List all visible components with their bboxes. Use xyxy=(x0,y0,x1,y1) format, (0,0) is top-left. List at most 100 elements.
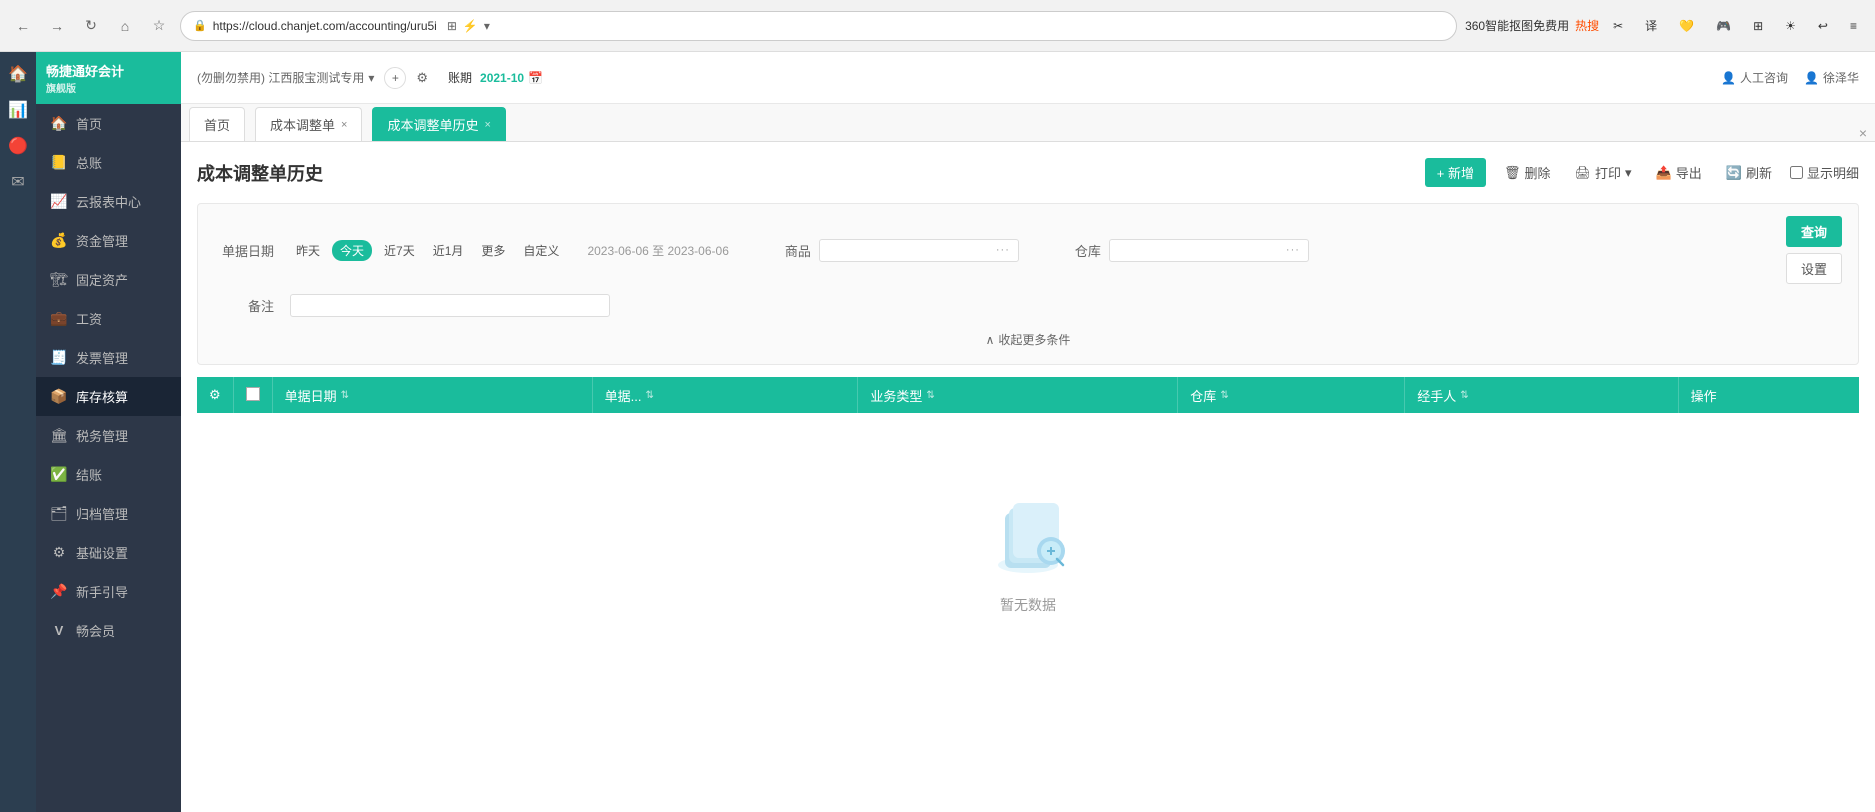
th-doc-num[interactable]: 单据... ⇅ xyxy=(592,377,858,413)
tab-cost-adjust-close[interactable]: × xyxy=(341,119,347,131)
more-btn[interactable]: 更多 xyxy=(475,240,511,261)
user-name: 徐泽华 xyxy=(1823,69,1859,86)
custom-btn[interactable]: 自定义 xyxy=(517,240,565,261)
remark-input[interactable] xyxy=(290,294,610,317)
app-logo-text: 畅捷通好会计 xyxy=(46,61,124,80)
filter-settings-btn[interactable]: 设置 xyxy=(1786,253,1842,284)
month-btn[interactable]: 近1月 xyxy=(427,240,470,261)
yesterday-btn[interactable]: 昨天 xyxy=(290,240,326,261)
th-warehouse[interactable]: 仓库 ⇅ xyxy=(1178,377,1405,413)
top-bar: (勿删勿禁用) 江西服宝测试专用 ▾ + ⚙ 账期 2021-10 📅 👤 人工… xyxy=(181,52,1875,104)
support-btn[interactable]: 👤 人工咨询 xyxy=(1721,69,1788,86)
date-shortcuts: 昨天 今天 近7天 近1月 更多 自定义 xyxy=(290,240,565,261)
empty-state-illustration xyxy=(983,493,1073,583)
grid-btn[interactable]: ⊞ xyxy=(1745,16,1771,36)
th-doc-date[interactable]: 单据日期 ⇅ xyxy=(272,377,592,413)
warehouse-select[interactable]: ··· xyxy=(1109,239,1309,262)
sidebar-item-archive[interactable]: 🗂 归档管理 xyxy=(36,494,181,533)
show-detail-label: 显示明细 xyxy=(1807,163,1859,182)
icon-sidebar-notification[interactable]: 🔴 xyxy=(0,128,36,164)
company-select[interactable]: (勿删勿禁用) 江西服宝测试专用 ▾ xyxy=(197,69,374,86)
game-btn[interactable]: 🎮 xyxy=(1708,16,1739,36)
user-btn[interactable]: 👤 徐泽华 xyxy=(1804,69,1859,86)
address-bar[interactable]: 🔒 https://cloud.chanjet.com/accounting/u… xyxy=(180,11,1457,41)
print-icon: 🖨 xyxy=(1575,165,1592,181)
th-handler[interactable]: 经手人 ⇅ xyxy=(1405,377,1678,413)
sidebar-item-cloud-report[interactable]: 📈 云报表中心 xyxy=(36,182,181,221)
handler-sort-icon: ⇅ xyxy=(1460,390,1468,401)
tax-icon: 🏛 xyxy=(50,427,68,444)
query-btn[interactable]: 查询 xyxy=(1786,216,1842,247)
ledger-icon: 📒 xyxy=(50,154,68,171)
inventory-icon: 📦 xyxy=(50,388,68,405)
forward-button[interactable]: → xyxy=(44,13,70,39)
show-detail-checkbox[interactable] xyxy=(1790,166,1803,179)
sidebar-header: 畅捷通好会计 旗舰版 xyxy=(36,52,181,104)
goods-select[interactable]: ··· xyxy=(819,239,1019,262)
tab-home-label: 首页 xyxy=(204,115,230,134)
settings-gear-icon[interactable]: ⚙ xyxy=(416,70,428,86)
home-button[interactable]: ⌂ xyxy=(112,13,138,39)
week-btn[interactable]: 近7天 xyxy=(378,240,421,261)
collapse-btn[interactable]: ∧ 收起更多条件 xyxy=(978,327,1079,352)
hot-search-label: 热搜 xyxy=(1575,17,1599,34)
translate-btn[interactable]: 译 xyxy=(1637,14,1665,37)
sidebar-item-salary[interactable]: 💼 工资 xyxy=(36,299,181,338)
icon-sidebar-message[interactable]: ✉ xyxy=(0,164,36,200)
sidebar-item-home[interactable]: 🏠 首页 xyxy=(36,104,181,143)
sidebar-item-invoice[interactable]: 🧾 发票管理 xyxy=(36,338,181,377)
browser-bar: ← → ↻ ⌂ ☆ 🔒 https://cloud.chanjet.com/ac… xyxy=(0,0,1875,52)
sidebar-item-settings[interactable]: ⚙ 基础设置 xyxy=(36,533,181,572)
show-detail-checkbox-label[interactable]: 显示明细 xyxy=(1790,163,1859,182)
undo-btn[interactable]: ↩ xyxy=(1810,16,1836,36)
calendar-icon[interactable]: 📅 xyxy=(528,71,543,85)
close-account-icon: ✅ xyxy=(50,466,68,483)
company-name: (勿删勿禁用) 江西服宝测试专用 xyxy=(197,69,364,86)
export-icon: 📤 xyxy=(1656,165,1672,181)
sidebar-item-close-account[interactable]: ✅ 结账 xyxy=(36,455,181,494)
tab-home[interactable]: 首页 xyxy=(189,107,245,141)
add-company-button[interactable]: + xyxy=(384,67,406,89)
print-btn[interactable]: 🖨 打印 ▾ xyxy=(1569,159,1638,186)
menu-btn[interactable]: ≡ xyxy=(1842,16,1865,36)
new-btn[interactable]: + 新增 xyxy=(1425,158,1486,187)
th-gear[interactable]: ⚙ xyxy=(197,377,233,413)
cloud-icon: 📈 xyxy=(50,193,68,210)
delete-btn[interactable]: 🗑 删除 xyxy=(1498,159,1557,186)
app-wrapper: 🏠 📊 🔴 ✉ 畅捷通好会计 旗舰版 🏠 首页 📒 总账 📈 云报表中心 💰 资… xyxy=(0,52,1875,812)
filter-area: 单据日期 昨天 今天 近7天 近1月 更多 自定义 2023-06-06 至 2… xyxy=(197,203,1859,365)
th-biz-type[interactable]: 业务类型 ⇅ xyxy=(858,377,1178,413)
period-label: 账期 xyxy=(448,69,472,86)
sidebar-item-guide[interactable]: 📌 新手引导 xyxy=(36,572,181,611)
refresh-btn[interactable]: 🔄 刷新 xyxy=(1720,159,1778,186)
close-all-tabs-btn[interactable]: × xyxy=(1859,125,1867,141)
sidebar-item-inventory[interactable]: 📦 库存核算 xyxy=(36,377,181,416)
tab-cost-adjust[interactable]: 成本调整单 × xyxy=(255,107,362,141)
doc-num-sort-icon: ⇅ xyxy=(645,390,653,401)
back-button[interactable]: ← xyxy=(10,13,36,39)
icon-sidebar-home[interactable]: 🏠 xyxy=(0,56,36,92)
reload-button[interactable]: ↻ xyxy=(78,13,104,39)
brightness-btn[interactable]: ☀ xyxy=(1777,16,1804,36)
export-btn[interactable]: 📤 导出 xyxy=(1650,159,1708,186)
scissors-btn[interactable]: ✂ xyxy=(1605,16,1631,36)
sidebar-item-general-ledger[interactable]: 📒 总账 xyxy=(36,143,181,182)
warehouse-dots: ··· xyxy=(1286,244,1300,256)
th-biz-type-label: 业务类型 xyxy=(870,386,922,405)
company-dropdown-icon: ▾ xyxy=(368,71,374,85)
goods-filter-label: 商品 xyxy=(785,241,811,260)
settings-icon: ⚙ xyxy=(50,544,68,561)
sidebar-item-fund[interactable]: 💰 资金管理 xyxy=(36,221,181,260)
bookmark-button[interactable]: ☆ xyxy=(146,13,172,39)
icon-sidebar-report[interactable]: 📊 xyxy=(0,92,36,128)
wallet-btn[interactable]: 💛 xyxy=(1671,16,1702,36)
sidebar-item-fixed-assets[interactable]: 🏗 固定资产 xyxy=(36,260,181,299)
tab-cost-adjust-history[interactable]: 成本调整单历史 × xyxy=(372,107,505,141)
sidebar-item-membership[interactable]: V 畅会员 xyxy=(36,611,181,650)
delete-icon: 🗑 xyxy=(1504,165,1521,181)
th-checkbox[interactable] xyxy=(233,377,272,413)
today-btn[interactable]: 今天 xyxy=(332,240,372,261)
select-all-checkbox[interactable] xyxy=(246,387,260,401)
tab-cost-adjust-history-close[interactable]: × xyxy=(484,119,490,131)
sidebar-item-tax[interactable]: 🏛 税务管理 xyxy=(36,416,181,455)
